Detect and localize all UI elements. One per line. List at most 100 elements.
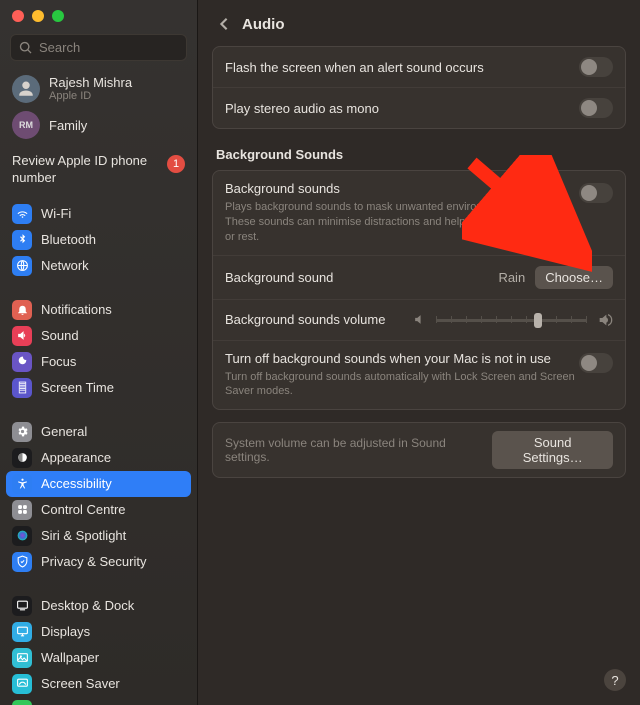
- page-title: Audio: [242, 16, 285, 33]
- siri-icon: [12, 526, 32, 546]
- bg-sound-value: Rain: [498, 270, 525, 285]
- sidebar-item-accessibility[interactable]: Accessibility: [6, 471, 191, 497]
- avatar: [12, 75, 40, 103]
- sidebar-item-label: Notifications: [41, 302, 112, 317]
- turnoff-desc: Turn off background sounds automatically…: [225, 370, 579, 400]
- bg-volume-label: Background sounds volume: [225, 312, 395, 327]
- background-sounds-card: Background sounds Plays background sound…: [212, 170, 626, 410]
- content-header: Audio: [212, 0, 626, 46]
- minimize-window-icon[interactable]: [32, 10, 44, 22]
- bluetooth-icon: [12, 230, 32, 250]
- content-pane: Audio Flash the screen when an alert sou…: [198, 0, 640, 705]
- background-sounds-header: Background Sounds: [212, 129, 626, 170]
- sidebar-item-label: Wallpaper: [41, 650, 99, 665]
- choose-button[interactable]: Choose…: [535, 266, 613, 289]
- sidebar-item-controlcentre[interactable]: Control Centre: [6, 497, 191, 523]
- wifi-icon: [12, 204, 32, 224]
- family-row[interactable]: RM Family: [0, 109, 197, 145]
- sidebar-item-label: Siri & Spotlight: [41, 528, 126, 543]
- sidebar-item-label: Bluetooth: [41, 232, 96, 247]
- sidebar-item-appearance[interactable]: Appearance: [6, 445, 191, 471]
- bg-sounds-toggle[interactable]: [579, 183, 613, 203]
- wallpaper-icon: [12, 648, 32, 668]
- zoom-window-icon[interactable]: [52, 10, 64, 22]
- flash-screen-label: Flash the screen when an alert sound occ…: [225, 60, 484, 75]
- system-settings-window: Search Rajesh Mishra Apple ID RM Family …: [0, 0, 640, 705]
- volume-low-icon: [413, 313, 426, 326]
- sidebar-item-sound[interactable]: Sound: [6, 323, 191, 349]
- accessibility-icon: [12, 474, 32, 494]
- review-apple-id-row[interactable]: Review Apple ID phone number 1: [0, 145, 197, 197]
- screensaver-icon: [12, 674, 32, 694]
- bg-sound-row: Background sound Rain Choose…: [213, 255, 625, 299]
- search-placeholder: Search: [39, 40, 80, 55]
- volume-high-icon: [597, 312, 613, 328]
- sidebar-item-label: Privacy & Security: [41, 554, 146, 569]
- battery-icon: [12, 700, 32, 705]
- turnoff-toggle[interactable]: [579, 353, 613, 373]
- apple-id-text: Rajesh Mishra Apple ID: [49, 76, 132, 102]
- appearance-icon: [12, 448, 32, 468]
- sidebar-item-displays[interactable]: Displays: [6, 619, 191, 645]
- notifications-icon: [12, 300, 32, 320]
- family-label: Family: [49, 118, 87, 133]
- sidebar-item-notifications[interactable]: Notifications: [6, 297, 191, 323]
- sidebar-item-label: Focus: [41, 354, 76, 369]
- apple-id-row[interactable]: Rajesh Mishra Apple ID: [0, 71, 197, 109]
- sidebar-item-wallpaper[interactable]: Wallpaper: [6, 645, 191, 671]
- bg-volume-slider[interactable]: [436, 310, 587, 330]
- sound-settings-card: System volume can be adjusted in Sound s…: [212, 422, 626, 478]
- chevron-left-icon: [219, 17, 229, 31]
- sidebar-item-screentime[interactable]: Screen Time: [6, 375, 191, 401]
- general-icon: [12, 422, 32, 442]
- privacy-icon: [12, 552, 32, 572]
- sidebar-item-network[interactable]: Network: [6, 253, 191, 279]
- flash-screen-row: Flash the screen when an alert sound occ…: [213, 47, 625, 87]
- review-badge: 1: [167, 155, 185, 173]
- desktopdock-icon: [12, 596, 32, 616]
- bg-sounds-row: Background sounds Plays background sound…: [213, 171, 625, 255]
- sidebar-item-label: Network: [41, 258, 89, 273]
- sidebar-item-label: Displays: [41, 624, 90, 639]
- user-sub: Apple ID: [49, 90, 132, 102]
- bg-sounds-desc: Plays background sounds to mask unwanted…: [225, 200, 579, 245]
- sidebar-item-label: Sound: [41, 328, 79, 343]
- sidebar-item-label: Appearance: [41, 450, 111, 465]
- sidebar-item-label: Screen Time: [41, 380, 114, 395]
- sidebar-item-general[interactable]: General: [6, 419, 191, 445]
- screentime-icon: [12, 378, 32, 398]
- sidebar-item-focus[interactable]: Focus: [6, 349, 191, 375]
- sidebar-item-desktopdock[interactable]: Desktop & Dock: [6, 593, 191, 619]
- mono-audio-label: Play stereo audio as mono: [225, 101, 379, 116]
- sidebar-scroll[interactable]: Rajesh Mishra Apple ID RM Family Review …: [0, 71, 197, 705]
- sidebar-item-siri[interactable]: Siri & Spotlight: [6, 523, 191, 549]
- sidebar-item-label: Wi-Fi: [41, 206, 71, 221]
- window-controls: [0, 0, 197, 34]
- close-window-icon[interactable]: [12, 10, 24, 22]
- sidebar-item-wifi[interactable]: Wi-Fi: [6, 201, 191, 227]
- bg-sounds-title: Background sounds: [225, 181, 579, 196]
- back-button[interactable]: [214, 14, 234, 34]
- bg-sound-label: Background sound: [225, 270, 333, 285]
- family-avatar: RM: [12, 111, 40, 139]
- sound-settings-button[interactable]: Sound Settings…: [492, 431, 613, 469]
- sidebar-item-label: General: [41, 424, 87, 439]
- controlcentre-icon: [12, 500, 32, 520]
- flash-screen-toggle[interactable]: [579, 57, 613, 77]
- sidebar-item-bluetooth[interactable]: Bluetooth: [6, 227, 191, 253]
- alert-audio-card: Flash the screen when an alert sound occ…: [212, 46, 626, 129]
- search-icon: [19, 41, 33, 55]
- sidebar-item-screensaver[interactable]: Screen Saver: [6, 671, 191, 697]
- user-name: Rajesh Mishra: [49, 76, 132, 90]
- displays-icon: [12, 622, 32, 642]
- sound-icon: [12, 326, 32, 346]
- sidebar-item-label: Accessibility: [41, 476, 112, 491]
- mono-audio-toggle[interactable]: [579, 98, 613, 118]
- mono-audio-row: Play stereo audio as mono: [213, 87, 625, 128]
- sidebar-item-privacy[interactable]: Privacy & Security: [6, 549, 191, 575]
- search-input[interactable]: Search: [10, 34, 187, 61]
- help-button[interactable]: ?: [604, 669, 626, 691]
- sidebar-item-battery[interactable]: Battery: [6, 697, 191, 705]
- turnoff-when-idle-row: Turn off background sounds when your Mac…: [213, 340, 625, 410]
- turnoff-title: Turn off background sounds when your Mac…: [225, 351, 579, 366]
